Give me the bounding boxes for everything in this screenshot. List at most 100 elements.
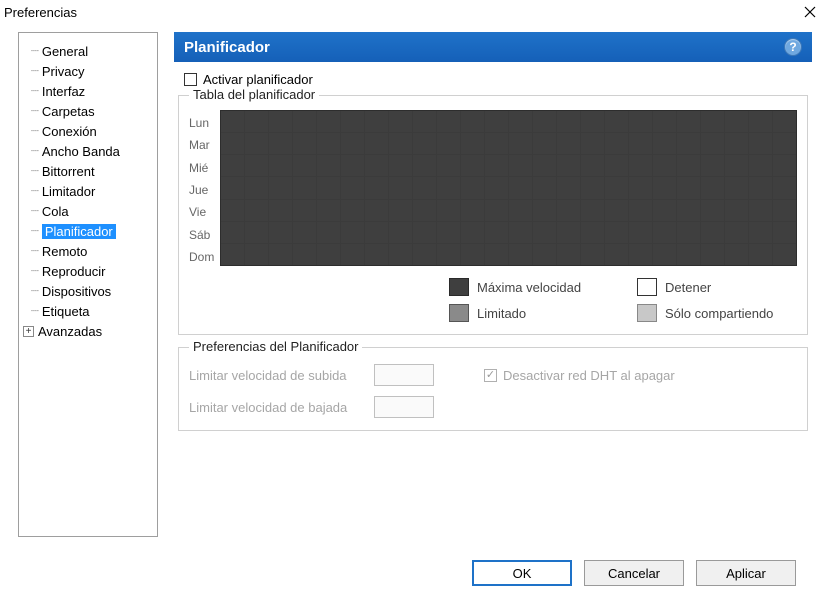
scheduler-cell[interactable]: [437, 133, 460, 154]
scheduler-cell[interactable]: [509, 222, 532, 243]
tree-item-general[interactable]: ┈General: [23, 41, 153, 61]
scheduler-cell[interactable]: [485, 177, 508, 198]
scheduler-cell[interactable]: [773, 244, 796, 265]
scheduler-cell[interactable]: [677, 111, 700, 132]
scheduler-cell[interactable]: [557, 111, 580, 132]
scheduler-cell[interactable]: [413, 177, 436, 198]
scheduler-cell[interactable]: [413, 244, 436, 265]
scheduler-cell[interactable]: [725, 133, 748, 154]
scheduler-cell[interactable]: [773, 155, 796, 176]
scheduler-cell[interactable]: [653, 200, 676, 221]
scheduler-cell[interactable]: [677, 200, 700, 221]
tree-item-conexión[interactable]: ┈Conexión: [23, 121, 153, 141]
scheduler-cell[interactable]: [461, 133, 484, 154]
tree-item-ancho banda[interactable]: ┈Ancho Banda: [23, 141, 153, 161]
scheduler-cell[interactable]: [341, 111, 364, 132]
scheduler-cell[interactable]: [605, 177, 628, 198]
scheduler-cell[interactable]: [413, 111, 436, 132]
scheduler-cell[interactable]: [317, 222, 340, 243]
scheduler-cell[interactable]: [365, 133, 388, 154]
scheduler-cell[interactable]: [437, 155, 460, 176]
scheduler-cell[interactable]: [293, 133, 316, 154]
scheduler-cell[interactable]: [485, 133, 508, 154]
scheduler-cell[interactable]: [341, 177, 364, 198]
scheduler-cell[interactable]: [269, 222, 292, 243]
scheduler-cell[interactable]: [677, 222, 700, 243]
scheduler-cell[interactable]: [461, 177, 484, 198]
scheduler-cell[interactable]: [317, 177, 340, 198]
scheduler-cell[interactable]: [269, 244, 292, 265]
close-icon[interactable]: [804, 6, 816, 18]
scheduler-cell[interactable]: [437, 177, 460, 198]
scheduler-cell[interactable]: [341, 244, 364, 265]
scheduler-cell[interactable]: [677, 155, 700, 176]
scheduler-cell[interactable]: [485, 200, 508, 221]
scheduler-cell[interactable]: [461, 111, 484, 132]
tree-item-avanzadas[interactable]: + Avanzadas: [23, 321, 153, 341]
scheduler-cell[interactable]: [773, 200, 796, 221]
scheduler-cell[interactable]: [557, 155, 580, 176]
tree-item-dispositivos[interactable]: ┈Dispositivos: [23, 281, 153, 301]
scheduler-cell[interactable]: [533, 200, 556, 221]
scheduler-cell[interactable]: [749, 244, 772, 265]
scheduler-cell[interactable]: [293, 111, 316, 132]
scheduler-cell[interactable]: [509, 177, 532, 198]
scheduler-cell[interactable]: [581, 177, 604, 198]
scheduler-cell[interactable]: [269, 133, 292, 154]
scheduler-cell[interactable]: [485, 244, 508, 265]
scheduler-cell[interactable]: [269, 111, 292, 132]
scheduler-cell[interactable]: [557, 200, 580, 221]
scheduler-cell[interactable]: [605, 111, 628, 132]
scheduler-cell[interactable]: [245, 155, 268, 176]
scheduler-cell[interactable]: [533, 133, 556, 154]
scheduler-cell[interactable]: [557, 177, 580, 198]
scheduler-cell[interactable]: [629, 222, 652, 243]
scheduler-cell[interactable]: [509, 133, 532, 154]
scheduler-cell[interactable]: [245, 177, 268, 198]
scheduler-cell[interactable]: [749, 111, 772, 132]
scheduler-cell[interactable]: [389, 133, 412, 154]
scheduler-cell[interactable]: [245, 133, 268, 154]
tree-item-remoto[interactable]: ┈Remoto: [23, 241, 153, 261]
scheduler-cell[interactable]: [653, 222, 676, 243]
tree-item-carpetas[interactable]: ┈Carpetas: [23, 101, 153, 121]
scheduler-cell[interactable]: [269, 200, 292, 221]
scheduler-cell[interactable]: [389, 111, 412, 132]
scheduler-cell[interactable]: [221, 177, 244, 198]
scheduler-cell[interactable]: [317, 133, 340, 154]
scheduler-cell[interactable]: [725, 111, 748, 132]
scheduler-cell[interactable]: [653, 155, 676, 176]
scheduler-cell[interactable]: [365, 200, 388, 221]
tree-item-cola[interactable]: ┈Cola: [23, 201, 153, 221]
scheduler-cell[interactable]: [725, 244, 748, 265]
scheduler-cell[interactable]: [749, 177, 772, 198]
scheduler-cell[interactable]: [773, 111, 796, 132]
scheduler-cell[interactable]: [461, 155, 484, 176]
scheduler-cell[interactable]: [437, 244, 460, 265]
scheduler-cell[interactable]: [293, 244, 316, 265]
scheduler-cell[interactable]: [749, 155, 772, 176]
scheduler-cell[interactable]: [437, 222, 460, 243]
scheduler-cell[interactable]: [701, 133, 724, 154]
apply-button[interactable]: Aplicar: [696, 560, 796, 586]
scheduler-cell[interactable]: [701, 155, 724, 176]
scheduler-cell[interactable]: [341, 155, 364, 176]
scheduler-cell[interactable]: [413, 200, 436, 221]
scheduler-cell[interactable]: [389, 177, 412, 198]
scheduler-cell[interactable]: [677, 244, 700, 265]
scheduler-cell[interactable]: [701, 177, 724, 198]
scheduler-cell[interactable]: [581, 222, 604, 243]
scheduler-cell[interactable]: [365, 111, 388, 132]
scheduler-cell[interactable]: [509, 111, 532, 132]
scheduler-cell[interactable]: [293, 177, 316, 198]
scheduler-cell[interactable]: [365, 155, 388, 176]
scheduler-cell[interactable]: [557, 222, 580, 243]
scheduler-cell[interactable]: [533, 244, 556, 265]
scheduler-cell[interactable]: [365, 177, 388, 198]
scheduler-cell[interactable]: [605, 133, 628, 154]
scheduler-cell[interactable]: [677, 133, 700, 154]
scheduler-cell[interactable]: [341, 133, 364, 154]
scheduler-cell[interactable]: [653, 133, 676, 154]
scheduler-cell[interactable]: [221, 155, 244, 176]
scheduler-cell[interactable]: [701, 244, 724, 265]
